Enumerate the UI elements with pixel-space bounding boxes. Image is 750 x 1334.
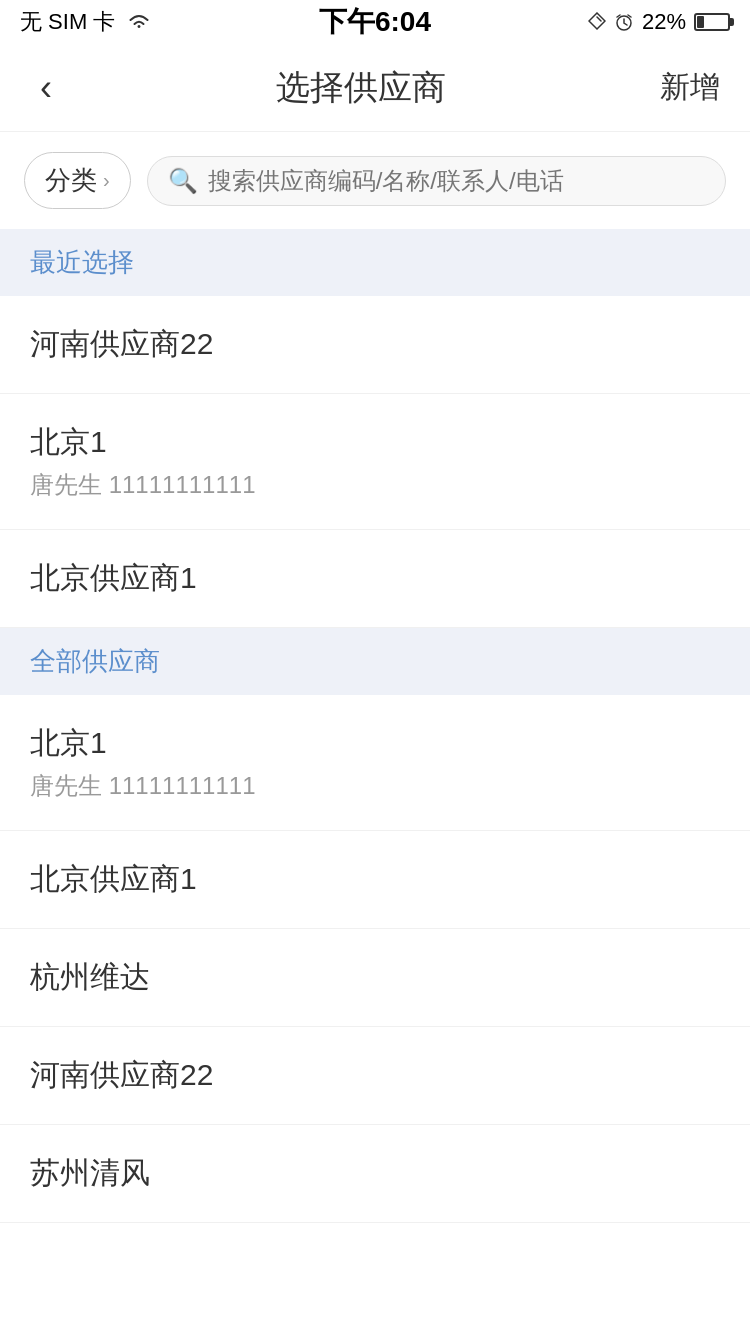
category-label: 分类 [45, 163, 97, 198]
item-name: 北京供应商1 [30, 859, 720, 900]
item-sub: 唐先生 11111111111 [30, 770, 720, 802]
recent-section-label: 最近选择 [30, 247, 134, 277]
item-name: 北京1 [30, 422, 720, 463]
page-title: 选择供应商 [276, 65, 446, 111]
recent-section-header: 最近选择 [0, 229, 750, 296]
search-icon: 🔍 [168, 167, 198, 195]
list-item[interactable]: 河南供应商22 [0, 1027, 750, 1125]
list-item[interactable]: 北京1 唐先生 11111111111 [0, 394, 750, 530]
all-list: 北京1 唐先生 11111111111 北京供应商1 杭州维达河南供应商22 苏州清风 [0, 695, 750, 1223]
status-time: 下午6:04 [319, 3, 431, 41]
status-left: 无 SIM 卡 [20, 7, 153, 37]
battery-icon [694, 13, 730, 31]
status-bar: 无 SIM 卡 下午6:04 22% [0, 0, 750, 44]
add-button[interactable]: 新增 [660, 67, 720, 108]
wifi-icon [125, 12, 153, 32]
nav-bar: ‹ 选择供应商 新增 [0, 44, 750, 132]
all-section-label: 全部供应商 [30, 646, 160, 676]
item-name: 北京1 [30, 723, 720, 764]
search-box[interactable]: 🔍 [147, 156, 726, 206]
filter-bar: 分类 › 🔍 [0, 132, 750, 229]
location-icon [588, 12, 606, 32]
recent-list: 河南供应商22 北京1 唐先生 11111111111 北京供应商1 [0, 296, 750, 628]
alarm-icon [614, 12, 634, 32]
status-right: 22% [588, 9, 730, 35]
item-name: 河南供应商22 [30, 324, 720, 365]
list-item[interactable]: 北京供应商1 [0, 831, 750, 929]
category-button[interactable]: 分类 › [24, 152, 131, 209]
item-name: 杭州维达 [30, 957, 720, 998]
search-input[interactable] [208, 167, 705, 195]
battery-percentage: 22% [642, 9, 686, 35]
list-item[interactable]: 北京供应商1 [0, 530, 750, 628]
chevron-right-icon: › [103, 169, 110, 192]
item-sub: 唐先生 11111111111 [30, 469, 720, 501]
item-name: 苏州清风 [30, 1153, 720, 1194]
all-section-header: 全部供应商 [0, 628, 750, 695]
list-item[interactable]: 杭州维达 [0, 929, 750, 1027]
carrier-text: 无 SIM 卡 [20, 7, 115, 37]
back-button[interactable]: ‹ [30, 57, 62, 119]
item-name: 北京供应商1 [30, 558, 720, 599]
list-item[interactable]: 河南供应商22 [0, 296, 750, 394]
item-name: 河南供应商22 [30, 1055, 720, 1096]
list-item[interactable]: 北京1 唐先生 11111111111 [0, 695, 750, 831]
list-item[interactable]: 苏州清风 [0, 1125, 750, 1223]
